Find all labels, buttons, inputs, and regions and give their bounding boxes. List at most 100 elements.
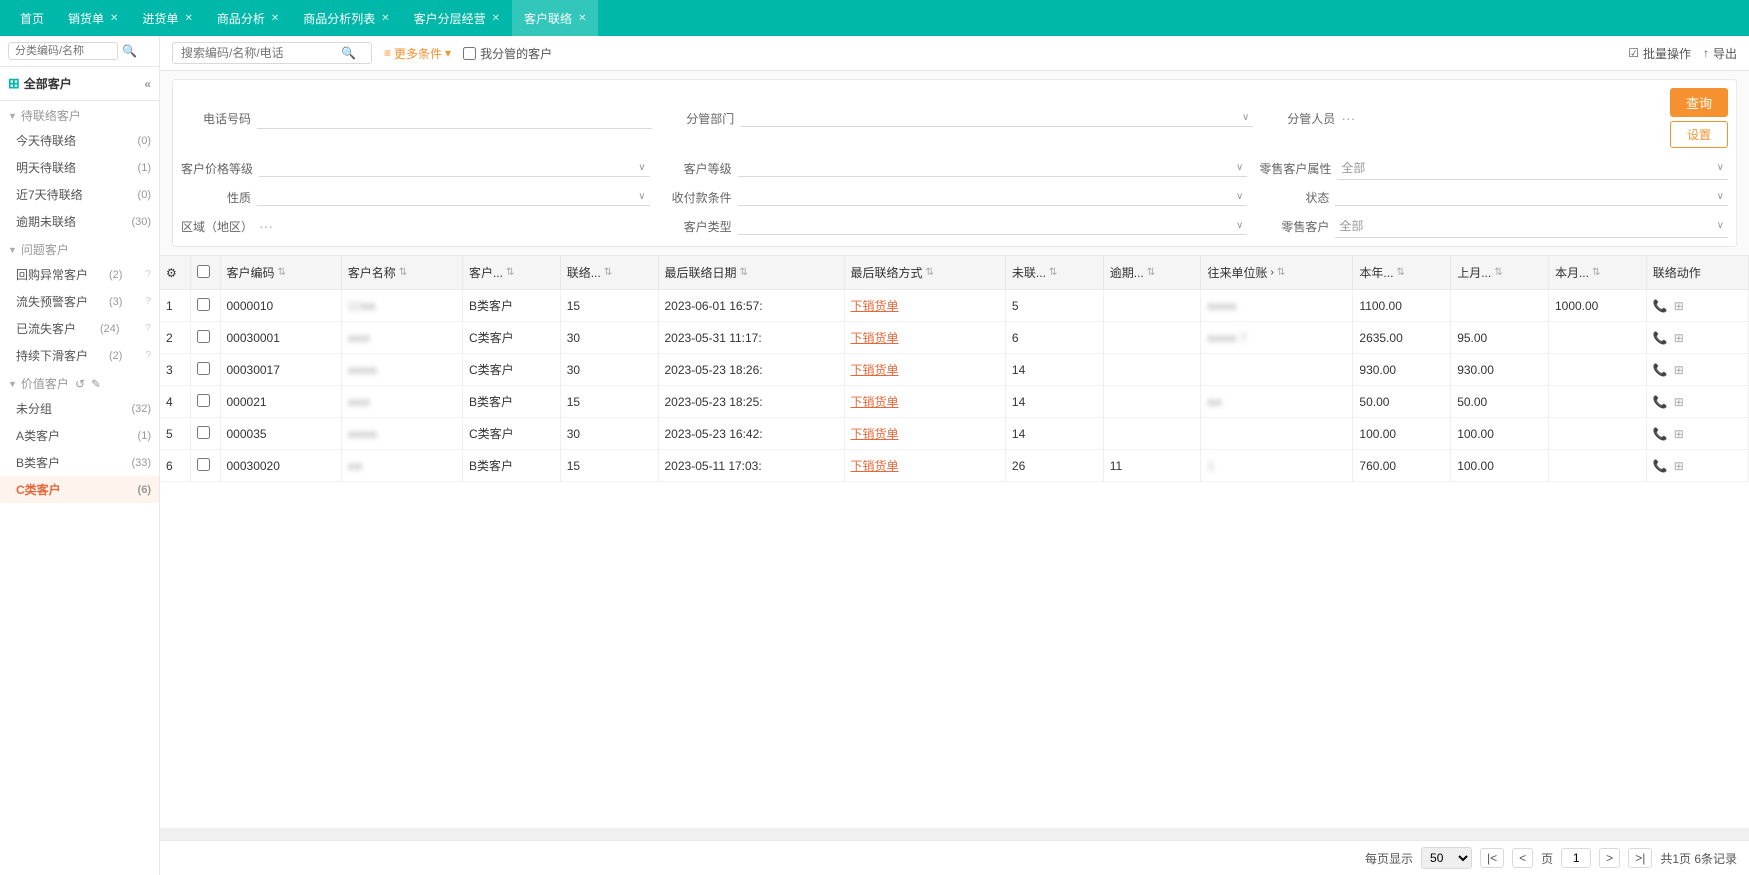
settings-icon[interactable]: ⚙ — [166, 266, 177, 280]
refresh-icon[interactable]: ↺ — [75, 377, 85, 391]
sort-icon[interactable]: ⇅ — [604, 267, 612, 278]
grid-action-icon[interactable]: ⊞ — [1674, 363, 1684, 377]
phone-icon[interactable]: 📞 — [1653, 331, 1668, 345]
grid-action-icon[interactable]: ⊞ — [1674, 427, 1684, 441]
close-icon[interactable]: ✕ — [492, 13, 500, 24]
sidebar-item-declining[interactable]: 持续下滑客户 (2) ? — [0, 342, 159, 369]
grid-action-icon[interactable]: ⊞ — [1674, 331, 1684, 345]
payment-select[interactable]: ∨ — [738, 188, 1248, 206]
last-method-link[interactable]: 下销货单 — [851, 395, 899, 409]
sidebar-item-tomorrow[interactable]: 明天待联络 (1) — [0, 154, 159, 181]
sidebar-item-overdue[interactable]: 逾期未联络 (30) — [0, 208, 159, 235]
info-icon[interactable]: ? — [145, 269, 151, 280]
sort-icon[interactable]: ⇅ — [1147, 267, 1155, 278]
nav-sales-order[interactable]: 销货单 ✕ — [56, 0, 130, 36]
close-icon[interactable]: ✕ — [184, 13, 192, 24]
cust-type-select[interactable]: ∨ — [738, 217, 1248, 235]
query-button[interactable]: 查询 — [1670, 88, 1728, 117]
row-select-checkbox[interactable] — [197, 362, 210, 375]
info-icon[interactable]: ? — [145, 323, 151, 334]
nav-home[interactable]: 首页 — [8, 0, 56, 36]
phone-icon[interactable]: 📞 — [1653, 299, 1668, 313]
select-all-checkbox[interactable] — [197, 265, 210, 278]
status-select[interactable]: ∨ — [1335, 188, 1728, 206]
phone-input[interactable] — [257, 108, 652, 129]
sort-icon[interactable]: ⇅ — [399, 267, 407, 278]
sort-icon[interactable]: ⇅ — [1592, 267, 1600, 278]
nav-purchase-order[interactable]: 进货单 ✕ — [130, 0, 204, 36]
batch-operation-button[interactable]: ☑ 批量操作 — [1628, 45, 1691, 62]
sort-icon[interactable]: ⇅ — [740, 267, 748, 278]
filter-search-input[interactable] — [181, 46, 341, 60]
last-page-button[interactable]: >| — [1628, 848, 1652, 868]
sidebar-item-a-class[interactable]: A类客户 (1) — [0, 422, 159, 449]
dept-select[interactable]: ∨ — [740, 109, 1253, 127]
sort-icon[interactable]: ⇅ — [1277, 267, 1285, 278]
close-icon[interactable]: ✕ — [578, 13, 586, 24]
row-select-checkbox[interactable] — [197, 458, 210, 471]
nav-product-analysis[interactable]: 商品分析 ✕ — [205, 0, 291, 36]
sort-icon[interactable]: ⇅ — [1494, 267, 1502, 278]
row-select-checkbox[interactable] — [197, 394, 210, 407]
last-method-link[interactable]: 下销货单 — [851, 459, 899, 473]
sidebar-item-ungrouped[interactable]: 未分组 (32) — [0, 395, 159, 422]
row-select-checkbox[interactable] — [197, 298, 210, 311]
nature-select[interactable]: ∨ — [257, 188, 650, 206]
phone-icon[interactable]: 📞 — [1653, 427, 1668, 441]
export-button[interactable]: ↑ 导出 — [1703, 45, 1737, 62]
sidebar-item-b-class[interactable]: B类客户 (33) — [0, 449, 159, 476]
settings-button[interactable]: 设置 — [1670, 121, 1728, 148]
last-method-link[interactable]: 下销货单 — [851, 331, 899, 345]
last-method-link[interactable]: 下销货单 — [851, 427, 899, 441]
grid-action-icon[interactable]: ⊞ — [1674, 299, 1684, 313]
close-icon[interactable]: ✕ — [110, 13, 118, 24]
phone-icon[interactable]: 📞 — [1653, 459, 1668, 473]
row-select-checkbox[interactable] — [197, 330, 210, 343]
close-icon[interactable]: ✕ — [271, 13, 279, 24]
dots-icon[interactable]: ··· — [1341, 110, 1355, 126]
phone-icon[interactable]: 📞 — [1653, 395, 1668, 409]
last-method-link[interactable]: 下销货单 — [851, 363, 899, 377]
per-page-select[interactable]: 50 100 — [1421, 847, 1472, 869]
page-number-input[interactable] — [1561, 848, 1591, 868]
grid-action-icon[interactable]: ⊞ — [1674, 395, 1684, 409]
dots-icon[interactable]: ··· — [259, 218, 273, 234]
sidebar-item-churned[interactable]: 已流失客户 (24) ? — [0, 315, 159, 342]
sort-icon[interactable]: ⇅ — [278, 267, 286, 278]
first-page-button[interactable]: |< — [1480, 848, 1504, 868]
nav-customer-contact[interactable]: 客户联络 ✕ — [512, 0, 598, 36]
retail-attr-select[interactable]: 全部 ∨ — [1337, 156, 1728, 180]
more-conditions-button[interactable]: ≡ 更多条件 ▾ — [384, 45, 451, 62]
last-method-link[interactable]: 下销货单 — [851, 299, 899, 313]
search-icon[interactable]: 🔍 — [122, 44, 137, 58]
info-icon[interactable]: ? — [145, 350, 151, 361]
sort-icon[interactable]: ⇅ — [926, 267, 934, 278]
info-icon[interactable]: ? — [145, 296, 151, 307]
grid-action-icon[interactable]: ⊞ — [1674, 459, 1684, 473]
retail-customer-select[interactable]: 全部 ∨ — [1335, 214, 1728, 238]
cust-grade-select[interactable]: ∨ — [738, 159, 1248, 177]
sidebar-item-7days[interactable]: 近7天待联络 (0) — [0, 181, 159, 208]
sort-icon[interactable]: ⇅ — [1396, 267, 1404, 278]
collapse-icon[interactable]: « — [144, 77, 151, 91]
prev-page-button[interactable]: < — [1512, 848, 1533, 868]
my-customers-checkbox[interactable] — [463, 47, 476, 60]
sidebar-item-churn-warning[interactable]: 流失预警客户 (3) ? — [0, 288, 159, 315]
sidebar-all-customers[interactable]: ⊞ 全部客户 « — [0, 67, 159, 101]
sidebar-item-c-class[interactable]: C类客户 (6) — [0, 476, 159, 503]
edit-icon[interactable]: ✎ — [91, 377, 101, 391]
sidebar-item-abnormal[interactable]: 回购异常客户 (2) ? — [0, 261, 159, 288]
next-page-button[interactable]: > — [1599, 848, 1620, 868]
nav-customer-tier[interactable]: 客户分层经营 ✕ — [402, 0, 512, 36]
sort-icon[interactable]: ⇅ — [1049, 267, 1057, 278]
filter-search-icon[interactable]: 🔍 — [341, 46, 356, 60]
nav-product-analysis-list[interactable]: 商品分析列表 ✕ — [291, 0, 401, 36]
sort-icon[interactable]: ⇅ — [506, 267, 514, 278]
close-icon[interactable]: ✕ — [381, 13, 389, 24]
sidebar-search-input[interactable] — [8, 42, 118, 60]
row-select-checkbox[interactable] — [197, 426, 210, 439]
phone-icon[interactable]: 📞 — [1653, 363, 1668, 377]
horizontal-scrollbar[interactable] — [160, 828, 1749, 840]
sidebar-item-today[interactable]: 今天待联络 (0) — [0, 127, 159, 154]
cust-price-level-select[interactable]: ∨ — [259, 159, 650, 177]
